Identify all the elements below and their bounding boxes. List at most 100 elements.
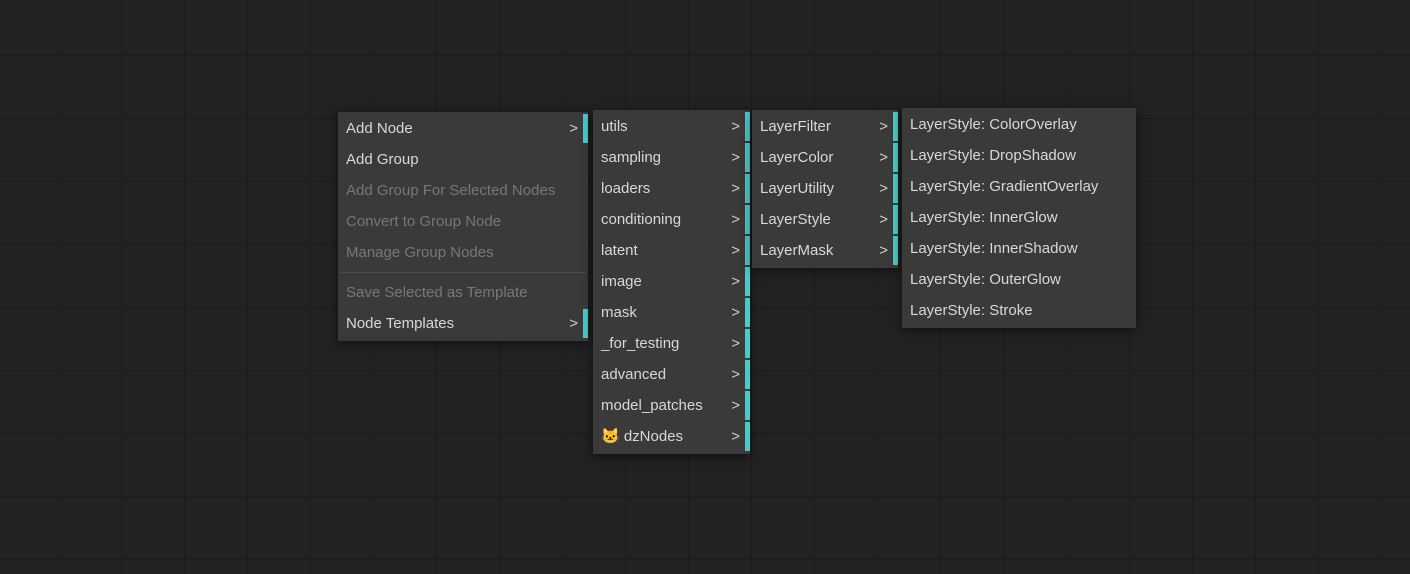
menu-item-label: Manage Group Nodes bbox=[346, 244, 494, 261]
menu-item-label: image bbox=[601, 273, 642, 290]
submenu-accent-bar bbox=[893, 143, 898, 172]
menu-item-layerstyle-stroke[interactable]: LayerStyle: Stroke bbox=[902, 296, 1136, 325]
submenu-accent-bar bbox=[745, 174, 750, 203]
menu-item-layercolor[interactable]: LayerColor > bbox=[752, 143, 898, 172]
menu-item-layerfilter[interactable]: LayerFilter > bbox=[752, 112, 898, 141]
menu-item-layermask[interactable]: LayerMask > bbox=[752, 236, 898, 265]
menu-item-label: Add Node bbox=[346, 120, 413, 137]
chevron-right-icon: > bbox=[731, 267, 740, 296]
chevron-right-icon: > bbox=[731, 236, 740, 265]
submenu-accent-bar bbox=[745, 205, 750, 234]
menu-item-add-group[interactable]: Add Group bbox=[338, 145, 588, 174]
menu-item-advanced[interactable]: advanced > bbox=[593, 360, 750, 389]
menu-item-label: LayerStyle: InnerGlow bbox=[910, 209, 1058, 226]
context-menu-layerstyle-nodes: LayerStyle: ColorOverlay LayerStyle: Dro… bbox=[902, 108, 1136, 328]
submenu-accent-bar bbox=[745, 298, 750, 327]
chevron-right-icon: > bbox=[879, 112, 888, 141]
submenu-accent-bar bbox=[893, 205, 898, 234]
menu-item-save-selected-as-template: Save Selected as Template bbox=[338, 278, 588, 307]
submenu-accent-bar bbox=[745, 391, 750, 420]
chevron-right-icon: > bbox=[731, 298, 740, 327]
chevron-right-icon: > bbox=[731, 422, 740, 451]
submenu-accent-bar bbox=[583, 114, 588, 143]
menu-item-add-node[interactable]: Add Node > bbox=[338, 114, 588, 143]
menu-separator bbox=[340, 272, 586, 273]
submenu-accent-bar bbox=[745, 112, 750, 141]
menu-item-add-group-for-selected-nodes: Add Group For Selected Nodes bbox=[338, 176, 588, 205]
chevron-right-icon: > bbox=[569, 114, 578, 143]
chevron-right-icon: > bbox=[731, 329, 740, 358]
menu-item-utils[interactable]: utils > bbox=[593, 112, 750, 141]
submenu-accent-bar bbox=[745, 422, 750, 451]
menu-item-layerstyle-outerglow[interactable]: LayerStyle: OuterGlow bbox=[902, 265, 1136, 294]
submenu-accent-bar bbox=[893, 174, 898, 203]
chevron-right-icon: > bbox=[879, 174, 888, 203]
menu-item-label: LayerFilter bbox=[760, 118, 831, 135]
menu-item-label: LayerStyle bbox=[760, 211, 831, 228]
submenu-accent-bar bbox=[583, 309, 588, 338]
submenu-accent-bar bbox=[745, 236, 750, 265]
menu-item-loaders[interactable]: loaders > bbox=[593, 174, 750, 203]
menu-item-image[interactable]: image > bbox=[593, 267, 750, 296]
menu-item-label: _for_testing bbox=[601, 335, 679, 352]
menu-item-layerstyle-dropshadow[interactable]: LayerStyle: DropShadow bbox=[902, 141, 1136, 170]
chevron-right-icon: > bbox=[879, 236, 888, 265]
menu-item-label: LayerStyle: DropShadow bbox=[910, 147, 1076, 164]
submenu-accent-bar bbox=[745, 267, 750, 296]
menu-item-label: model_patches bbox=[601, 397, 703, 414]
context-menu-layer-groups: LayerFilter > LayerColor > LayerUtility … bbox=[752, 110, 898, 268]
menu-item-label: LayerStyle: InnerShadow bbox=[910, 240, 1078, 257]
chevron-right-icon: > bbox=[731, 112, 740, 141]
chevron-right-icon: > bbox=[731, 391, 740, 420]
menu-item-label: 🐱 dzNodes bbox=[601, 428, 683, 445]
context-menu-node-categories: utils > sampling > loaders > conditionin… bbox=[593, 110, 750, 454]
chevron-right-icon: > bbox=[731, 360, 740, 389]
menu-item-layerstyle-coloroverlay[interactable]: LayerStyle: ColorOverlay bbox=[902, 110, 1136, 139]
chevron-right-icon: > bbox=[879, 143, 888, 172]
menu-item-sampling[interactable]: sampling > bbox=[593, 143, 750, 172]
submenu-accent-bar bbox=[745, 329, 750, 358]
menu-item-label: LayerStyle: Stroke bbox=[910, 302, 1033, 319]
menu-item-conditioning[interactable]: conditioning > bbox=[593, 205, 750, 234]
chevron-right-icon: > bbox=[569, 309, 578, 338]
menu-item-label: Add Group bbox=[346, 151, 419, 168]
menu-item-layerstyle-innerglow[interactable]: LayerStyle: InnerGlow bbox=[902, 203, 1136, 232]
submenu-accent-bar bbox=[893, 236, 898, 265]
menu-item-mask[interactable]: mask > bbox=[593, 298, 750, 327]
context-menu-main: Add Node > Add Group Add Group For Selec… bbox=[338, 112, 588, 341]
chevron-right-icon: > bbox=[731, 174, 740, 203]
menu-item-label: conditioning bbox=[601, 211, 681, 228]
chevron-right-icon: > bbox=[879, 205, 888, 234]
submenu-accent-bar bbox=[745, 360, 750, 389]
menu-item-model-patches[interactable]: model_patches > bbox=[593, 391, 750, 420]
menu-item-manage-group-nodes: Manage Group Nodes bbox=[338, 238, 588, 267]
menu-item-convert-to-group-node: Convert to Group Node bbox=[338, 207, 588, 236]
menu-item-node-templates[interactable]: Node Templates > bbox=[338, 309, 588, 338]
menu-item-label: advanced bbox=[601, 366, 666, 383]
menu-item-dznodes[interactable]: 🐱 dzNodes > bbox=[593, 422, 750, 451]
menu-item-label: Node Templates bbox=[346, 315, 454, 332]
menu-item-label: loaders bbox=[601, 180, 650, 197]
chevron-right-icon: > bbox=[731, 143, 740, 172]
menu-item-latent[interactable]: latent > bbox=[593, 236, 750, 265]
menu-item-label: LayerUtility bbox=[760, 180, 834, 197]
menu-item-layerstyle[interactable]: LayerStyle > bbox=[752, 205, 898, 234]
menu-item-for-testing[interactable]: _for_testing > bbox=[593, 329, 750, 358]
menu-item-label: latent bbox=[601, 242, 638, 259]
menu-item-layerstyle-gradientoverlay[interactable]: LayerStyle: GradientOverlay bbox=[902, 172, 1136, 201]
submenu-accent-bar bbox=[893, 112, 898, 141]
menu-item-label: LayerStyle: GradientOverlay bbox=[910, 178, 1098, 195]
menu-item-layerstyle-innershadow[interactable]: LayerStyle: InnerShadow bbox=[902, 234, 1136, 263]
menu-item-label: LayerColor bbox=[760, 149, 833, 166]
menu-item-label: LayerStyle: OuterGlow bbox=[910, 271, 1061, 288]
menu-item-label: Add Group For Selected Nodes bbox=[346, 182, 555, 199]
menu-item-label: LayerStyle: ColorOverlay bbox=[910, 116, 1077, 133]
menu-item-label: LayerMask bbox=[760, 242, 833, 259]
menu-item-label: utils bbox=[601, 118, 628, 135]
menu-item-label: sampling bbox=[601, 149, 661, 166]
chevron-right-icon: > bbox=[731, 205, 740, 234]
submenu-accent-bar bbox=[745, 143, 750, 172]
menu-item-label: mask bbox=[601, 304, 637, 321]
menu-item-layerutility[interactable]: LayerUtility > bbox=[752, 174, 898, 203]
menu-item-label: Save Selected as Template bbox=[346, 284, 528, 301]
